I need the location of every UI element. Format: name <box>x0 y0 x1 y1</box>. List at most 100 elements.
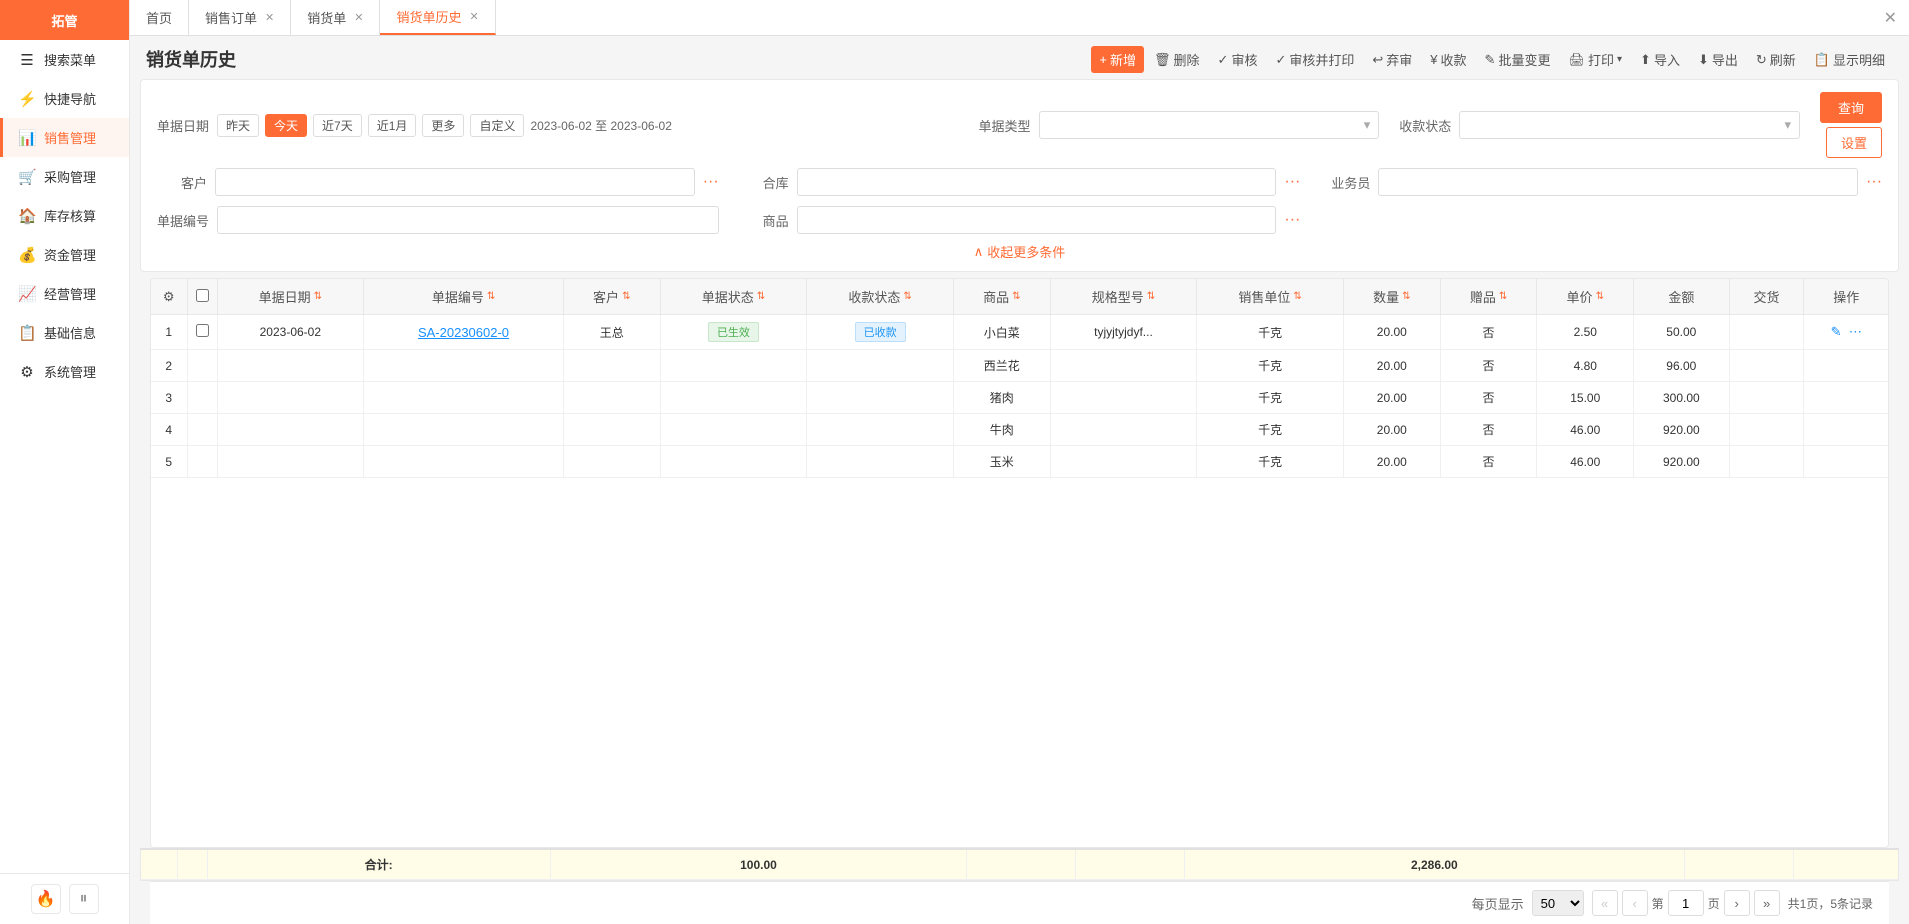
td-price-2: 4.80 <box>1537 350 1634 382</box>
row-checkbox-1[interactable] <box>196 324 209 337</box>
sidebar-item-basic-info[interactable]: 📋 基础信息 <box>0 313 129 352</box>
warehouse-input[interactable] <box>797 168 1277 196</box>
sidebar-item-label: 经营管理 <box>44 284 96 303</box>
date-today[interactable]: 今天 <box>265 114 307 137</box>
date-yesterday[interactable]: 昨天 <box>217 114 259 137</box>
export-button[interactable]: ⬇ 导出 <box>1690 46 1746 73</box>
th-settings[interactable]: ⚙ <box>151 279 187 315</box>
current-page-input[interactable] <box>1668 890 1704 916</box>
tab-sales-goods[interactable]: 销货单 ✕ <box>291 0 380 35</box>
basic-info-icon: 📋 <box>18 324 36 342</box>
product-input[interactable] <box>797 206 1277 234</box>
th-checkbox[interactable] <box>187 279 217 315</box>
action-more-1[interactable]: ⋯ <box>1849 324 1862 339</box>
sidebar-item-quick-nav[interactable]: ⚡ 快捷导航 <box>0 79 129 118</box>
sidebar-footer-btn2[interactable]: ⏸ <box>69 884 99 914</box>
date-more[interactable]: 更多 <box>422 114 464 137</box>
last-page-btn[interactable]: » <box>1754 890 1780 916</box>
import-button[interactable]: ⬆ 导入 <box>1632 46 1688 73</box>
date-last7[interactable]: 近7天 <box>313 114 362 137</box>
first-page-btn[interactable]: « <box>1592 890 1618 916</box>
tab-sales-order[interactable]: 销售订单 ✕ <box>189 0 291 35</box>
delete-button[interactable]: 🗑 删除 <box>1146 46 1208 73</box>
doc-no-input[interactable] <box>217 206 719 234</box>
sidebar-item-ops-mgmt[interactable]: 📈 经营管理 <box>0 274 129 313</box>
audit-button[interactable]: ✓ 审核 <box>1210 46 1266 73</box>
page-title: 销货单历史 <box>146 46 236 72</box>
tab-close-sales-goods[interactable]: ✕ <box>354 11 363 24</box>
th-quantity[interactable]: 数量⇅ <box>1343 279 1440 315</box>
filter-collapse-btn[interactable]: ∧ 收起更多条件 <box>157 238 1882 265</box>
collapse-up-icon: ∧ <box>974 244 984 260</box>
td-salesunit-4: 千克 <box>1197 414 1344 446</box>
set-button[interactable]: 设置 <box>1826 127 1882 158</box>
tab-bar-close-btn[interactable]: ✕ <box>1872 8 1909 28</box>
customer-input[interactable] <box>215 168 695 196</box>
sort-quantity: ⇅ <box>1402 291 1410 302</box>
th-doc-no[interactable]: 单据编号⇅ <box>364 279 564 315</box>
salesman-input[interactable] <box>1378 168 1858 196</box>
refresh-button[interactable]: ↻ 刷新 <box>1748 46 1804 73</box>
sort-gift: ⇅ <box>1499 291 1507 302</box>
tab-close-sales-history[interactable]: ✕ <box>470 10 479 23</box>
data-table: ⚙ 单据日期⇅ 单据编号⇅ 客 <box>151 279 1888 478</box>
prev-page-btn[interactable]: ‹ <box>1622 890 1648 916</box>
tab-sales-history[interactable]: 销货单历史 ✕ <box>380 0 495 35</box>
doc-type-select[interactable]: ▾ <box>1039 111 1380 139</box>
per-page-select[interactable]: 50 100 200 <box>1532 890 1584 916</box>
date-last1month[interactable]: 近1月 <box>368 114 417 137</box>
td-salesunit-5: 千克 <box>1197 446 1344 478</box>
th-transaction: 交货 <box>1729 279 1804 315</box>
th-doc-status[interactable]: 单据状态⇅ <box>660 279 807 315</box>
date-range-text: 2023-06-02 至 2023-06-02 <box>530 117 671 134</box>
sidebar-item-inventory-calc[interactable]: 🏠 库存核算 <box>0 196 129 235</box>
audit-print-button[interactable]: ✓ 审核并打印 <box>1267 46 1362 73</box>
main-area: 首页 销售订单 ✕ 销货单 ✕ 销货单历史 ✕ ✕ 销货单历史 + 新增 <box>130 0 1909 924</box>
th-gift[interactable]: 赠品⇅ <box>1440 279 1537 315</box>
td-price-3: 15.00 <box>1537 382 1634 414</box>
th-sales-unit[interactable]: 销售单位⇅ <box>1197 279 1344 315</box>
th-payment-status[interactable]: 收款状态⇅ <box>807 279 954 315</box>
sidebar-item-sales-mgmt[interactable]: 📊 销售管理 <box>0 118 129 157</box>
th-product[interactable]: 商品⇅ <box>953 279 1050 315</box>
action-edit-1[interactable]: ✎ <box>1831 324 1842 339</box>
sidebar-item-search-menu[interactable]: ☰ 搜索菜单 <box>0 40 129 79</box>
customer-dots[interactable]: ··· <box>703 173 719 191</box>
warehouse-dots[interactable]: ··· <box>1284 173 1300 191</box>
payment-status-label: 收款状态 <box>1399 116 1451 135</box>
sidebar: 拓管 ☰ 搜索菜单 ⚡ 快捷导航 📊 销售管理 🛒 采购管理 🏠 库存核算 💰 … <box>0 0 130 924</box>
abandon-button[interactable]: ↩ 弃审 <box>1364 46 1420 73</box>
receive-icon: ¥ <box>1430 52 1437 67</box>
pagination: 每页显示 50 100 200 « ‹ 第 页 › » 共1页，5条记录 <box>150 881 1889 924</box>
td-gift-1: 否 <box>1440 315 1537 350</box>
th-spec-type[interactable]: 规格型号⇅ <box>1050 279 1197 315</box>
td-price-1: 2.50 <box>1537 315 1634 350</box>
sidebar-item-capital-mgmt[interactable]: 💰 资金管理 <box>0 235 129 274</box>
th-unit-price[interactable]: 单价⇅ <box>1537 279 1634 315</box>
th-doc-date[interactable]: 单据日期⇅ <box>217 279 364 315</box>
sidebar-item-sys-mgmt[interactable]: ⚙ 系统管理 <box>0 352 129 391</box>
payment-status-select[interactable]: ▾ <box>1459 111 1800 139</box>
receive-button[interactable]: ¥ 收款 <box>1422 46 1474 73</box>
sidebar-item-label: 销售管理 <box>44 128 96 147</box>
td-check-1[interactable] <box>187 315 217 350</box>
th-customer[interactable]: 客户⇅ <box>563 279 660 315</box>
td-docdate-1: 2023-06-02 <box>217 315 364 350</box>
sidebar-item-purchase-mgmt[interactable]: 🛒 采购管理 <box>0 157 129 196</box>
td-rownum-3: 3 <box>151 382 187 414</box>
next-page-btn[interactable]: › <box>1724 890 1750 916</box>
query-button[interactable]: 查询 <box>1820 92 1882 123</box>
batch-change-button[interactable]: ✎ 批量变更 <box>1477 46 1559 73</box>
tab-home[interactable]: 首页 <box>130 0 189 35</box>
salesman-dots[interactable]: ··· <box>1866 173 1882 191</box>
new-button[interactable]: + 新增 <box>1091 46 1144 73</box>
date-custom[interactable]: 自定义 <box>470 114 524 137</box>
select-all-checkbox[interactable] <box>196 289 209 302</box>
show-detail-button[interactable]: 📋 显示明细 <box>1806 46 1893 73</box>
tab-close-sales-order[interactable]: ✕ <box>265 11 274 24</box>
print-button[interactable]: 🖨 打印 <box>1560 46 1630 73</box>
sidebar-footer-btn1[interactable]: 🔥 <box>31 884 61 914</box>
td-docno-1[interactable]: SA-20230602-0 <box>364 315 564 350</box>
product-dots[interactable]: ··· <box>1284 211 1300 229</box>
search-menu-icon: ☰ <box>18 51 36 69</box>
